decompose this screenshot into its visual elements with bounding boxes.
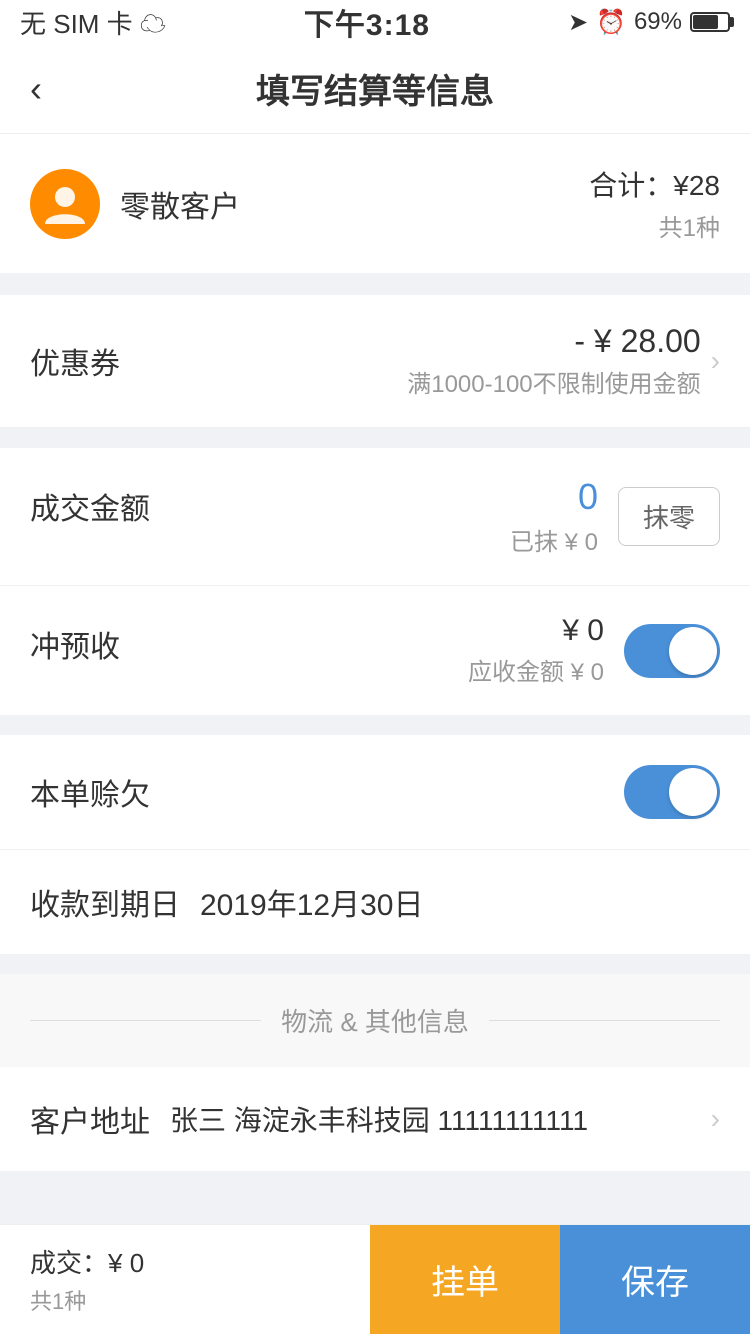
prepay-label: 冲预收 bbox=[30, 614, 120, 666]
transaction-value: 0 bbox=[510, 476, 598, 518]
transaction-right: 0 已抹 ¥ 0 抹零 bbox=[510, 476, 720, 557]
due-date-label: 收款到期日 bbox=[30, 880, 180, 924]
transaction-section: 成交金额 0 已抹 ¥ 0 抹零 冲预收 ¥ 0 应收金额 ¥ 0 bbox=[0, 448, 750, 715]
address-chevron-icon: › bbox=[711, 1103, 720, 1135]
debt-toggle-thumb bbox=[669, 768, 717, 816]
location-icon: ➤ bbox=[568, 8, 588, 37]
bottom-amount: ¥ 0 bbox=[108, 1248, 144, 1278]
battery-icon bbox=[690, 12, 730, 32]
sim-status: 无 SIM 卡 ☁ bbox=[20, 4, 166, 41]
total-amount: 合计：¥28 bbox=[589, 164, 720, 204]
coupon-amount: - ¥ 28.00 bbox=[407, 323, 700, 360]
save-button[interactable]: 保存 bbox=[560, 1225, 750, 1334]
prepay-receivable: 应收金额 ¥ 0 bbox=[468, 652, 604, 687]
bottom-left: 成交：¥ 0 共1种 bbox=[0, 1243, 370, 1316]
due-date-row: 收款到期日 2019年12月30日 bbox=[0, 849, 750, 954]
customer-info: 零散客户 bbox=[30, 169, 240, 239]
coupon-right: - ¥ 28.00 满1000-100不限制使用金额 › bbox=[407, 323, 720, 399]
debt-section: 本单赊欠 收款到期日 2019年12月30日 bbox=[0, 735, 750, 954]
address-label: 客户地址 bbox=[30, 1097, 150, 1141]
debt-toggle[interactable] bbox=[624, 765, 720, 819]
address-row[interactable]: 客户地址 张三 海淀永丰科技园 11111111111 › bbox=[0, 1067, 750, 1171]
logistics-line-left bbox=[30, 1020, 261, 1021]
transaction-deducted: 已抹 ¥ 0 bbox=[510, 522, 598, 557]
debt-label: 本单赊欠 bbox=[30, 770, 150, 814]
chevron-right-icon: › bbox=[711, 345, 720, 377]
bottom-transaction-label: 成交： bbox=[30, 1248, 108, 1278]
prepay-amount: ¥ 0 bbox=[468, 614, 604, 648]
logistics-header: 物流 & 其他信息 bbox=[0, 974, 750, 1067]
transaction-row: 成交金额 0 已抹 ¥ 0 抹零 bbox=[0, 448, 750, 586]
divider-3 bbox=[0, 715, 750, 735]
logistics-label: 物流 & 其他信息 bbox=[281, 1002, 469, 1039]
prepay-value-area: ¥ 0 应收金额 ¥ 0 bbox=[468, 614, 604, 687]
bottom-bar: 成交：¥ 0 共1种 挂单 保存 bbox=[0, 1224, 750, 1334]
divider-2 bbox=[0, 428, 750, 448]
page-title: 填写结算等信息 bbox=[256, 64, 494, 113]
due-date-value: 2019年12月30日 bbox=[200, 880, 423, 924]
bottom-transaction: 成交：¥ 0 bbox=[30, 1243, 340, 1280]
coupon-label: 优惠券 bbox=[30, 339, 120, 383]
status-left: 无 SIM 卡 ☁ bbox=[20, 4, 166, 41]
round-button[interactable]: 抹零 bbox=[618, 487, 720, 546]
transaction-value-area: 0 已抹 ¥ 0 bbox=[510, 476, 598, 557]
battery-percent: 69% bbox=[634, 8, 682, 36]
nav-bar: ‹ 填写结算等信息 bbox=[0, 44, 750, 134]
content: 零散客户 合计：¥28 共1种 优惠券 - ¥ 28.00 满1000-100不… bbox=[0, 134, 750, 1291]
customer-name: 零散客户 bbox=[120, 182, 240, 226]
prepay-toggle[interactable] bbox=[624, 624, 720, 678]
status-right: ➤ ⏰ 69% bbox=[568, 8, 730, 37]
alarm-icon: ⏰ bbox=[596, 8, 626, 37]
avatar bbox=[30, 169, 100, 239]
coupon-row[interactable]: 优惠券 - ¥ 28.00 满1000-100不限制使用金额 › bbox=[0, 295, 750, 428]
customer-total: 合计：¥28 共1种 bbox=[589, 164, 720, 243]
total-count: 共1种 bbox=[589, 208, 720, 243]
coupon-discount: - ¥ 28.00 满1000-100不限制使用金额 bbox=[407, 323, 700, 399]
coupon-section: 优惠券 - ¥ 28.00 满1000-100不限制使用金额 › bbox=[0, 295, 750, 428]
status-bar: 无 SIM 卡 ☁ 下午3:18 ➤ ⏰ 69% bbox=[0, 0, 750, 44]
toggle-thumb bbox=[669, 627, 717, 675]
back-button[interactable]: ‹ bbox=[30, 68, 42, 110]
divider-4 bbox=[0, 954, 750, 974]
transaction-label: 成交金额 bbox=[30, 476, 150, 528]
prepay-right: ¥ 0 应收金额 ¥ 0 bbox=[468, 614, 720, 687]
debt-row: 本单赊欠 bbox=[0, 735, 750, 849]
customer-section: 零散客户 合计：¥28 共1种 bbox=[0, 134, 750, 273]
address-value: 张三 海淀永丰科技园 11111111111 bbox=[170, 1099, 711, 1139]
divider-1 bbox=[0, 275, 750, 295]
prepay-row: 冲预收 ¥ 0 应收金额 ¥ 0 bbox=[0, 586, 750, 715]
coupon-desc: 满1000-100不限制使用金额 bbox=[407, 364, 700, 399]
bottom-count: 共1种 bbox=[30, 1284, 340, 1316]
hold-button[interactable]: 挂单 bbox=[370, 1225, 560, 1334]
logistics-line-right bbox=[489, 1020, 720, 1021]
status-time: 下午3:18 bbox=[304, 0, 430, 44]
